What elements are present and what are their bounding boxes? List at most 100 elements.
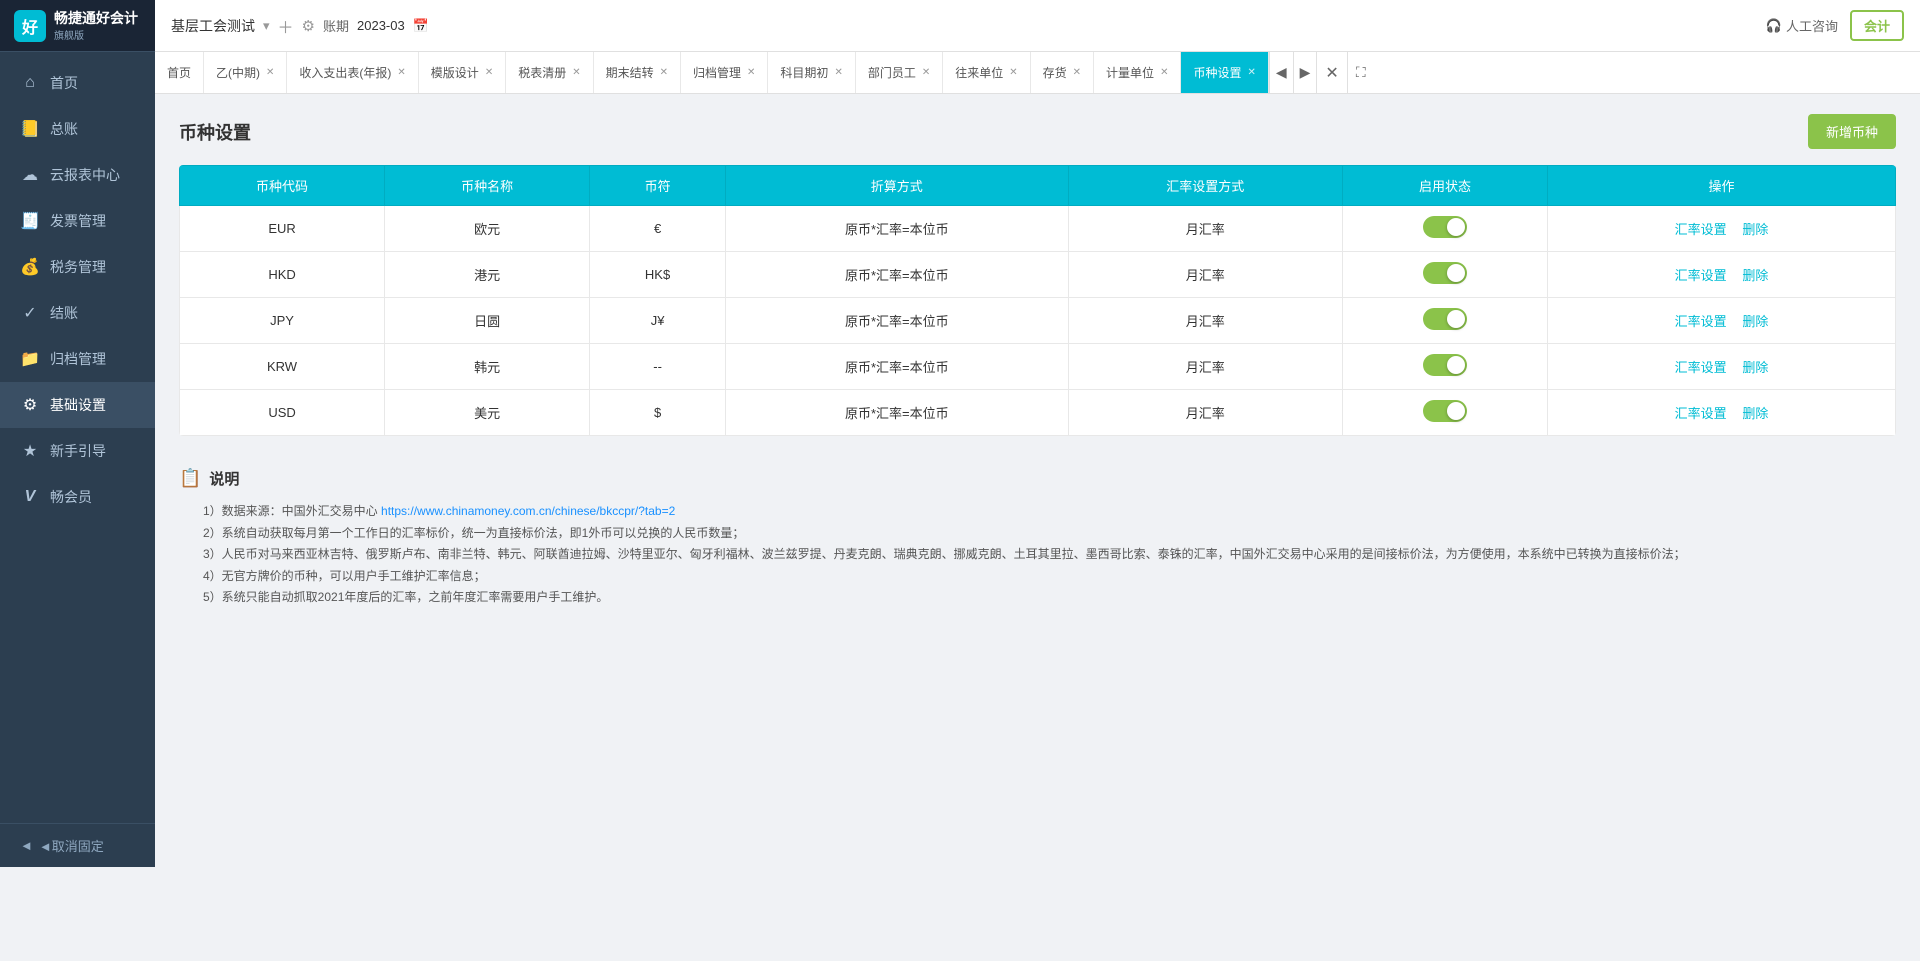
toggle-switch[interactable] [1423, 262, 1467, 284]
col-symbol: 币符 [590, 166, 726, 206]
sidebar-pin-toggle[interactable]: ◄ ◄取消固定 [0, 823, 155, 867]
account-button[interactable]: 会计 [1850, 10, 1904, 41]
tab-period-end-close[interactable]: ✕ [660, 67, 668, 78]
cell-calc: 原币*汇率=本位币 [726, 344, 1069, 390]
cell-action: 汇率设置 删除 [1548, 390, 1896, 436]
tab-contacts-close[interactable]: ✕ [1009, 67, 1017, 78]
rate-setting-link[interactable]: 汇率设置 [1675, 222, 1727, 237]
member-icon: V [20, 488, 40, 506]
tab-tax[interactable]: 税表清册 ✕ [506, 52, 593, 93]
tab-archive-close[interactable]: ✕ [747, 67, 755, 78]
toggle-switch[interactable] [1423, 216, 1467, 238]
tab-close-all[interactable]: ✕ [1316, 52, 1346, 93]
toggle-switch[interactable] [1423, 354, 1467, 376]
delete-link[interactable]: 删除 [1742, 222, 1768, 237]
cell-code: KRW [180, 344, 385, 390]
tab-home-label: 首页 [167, 64, 191, 81]
cell-action: 汇率设置 删除 [1548, 206, 1896, 252]
tax-icon: 💰 [20, 257, 40, 277]
sidebar-label-checkout: 结账 [50, 303, 78, 323]
tab-contacts[interactable]: 往来单位 ✕ [943, 52, 1030, 93]
tab-period[interactable]: 乙(中期) ✕ [204, 52, 287, 93]
delete-link[interactable]: 删除 [1742, 360, 1768, 375]
notes-icon: 📋 [179, 468, 201, 489]
cell-symbol: -- [590, 344, 726, 390]
rate-setting-link[interactable]: 汇率设置 [1675, 406, 1727, 421]
sidebar-item-tax[interactable]: 💰 税务管理 [0, 244, 155, 290]
table-row: EUR 欧元 € 原币*汇率=本位币 月汇率 汇率设置 删除 [180, 206, 1896, 252]
rate-setting-link[interactable]: 汇率设置 [1675, 268, 1727, 283]
tab-period-close[interactable]: ✕ [266, 67, 274, 78]
dropdown-icon[interactable]: ▾ [263, 18, 270, 34]
cell-name: 日圆 [385, 298, 590, 344]
tab-contacts-label: 往来单位 [955, 64, 1003, 81]
tab-currency-close[interactable]: ✕ [1247, 67, 1255, 78]
add-project-icon[interactable]: ＋ [278, 14, 294, 38]
tab-currency[interactable]: 币种设置 ✕ [1181, 52, 1268, 93]
tab-nav-prev[interactable]: ◀ [1269, 52, 1293, 93]
delete-link[interactable]: 删除 [1742, 314, 1768, 329]
tab-expand[interactable]: ⛶ [1347, 52, 1374, 93]
notes-item: 5）系统只能自动抓取2021年度后的汇率，之前年度汇率需要用户手工维护。 [179, 587, 1896, 609]
sidebar-item-home[interactable]: ⌂ 首页 [0, 60, 155, 106]
tab-template-close[interactable]: ✕ [485, 67, 493, 78]
sidebar-item-checkout[interactable]: ✓ 结账 [0, 290, 155, 336]
header-right: 🎧 人工咨询 会计 [1766, 10, 1904, 41]
tab-period-label: 乙(中期) [216, 64, 260, 81]
cell-calc: 原币*汇率=本位币 [726, 206, 1069, 252]
sidebar-item-reports[interactable]: ☁ 云报表中心 [0, 152, 155, 198]
pin-icon: ◄ [20, 838, 33, 853]
page-header: 币种设置 新增币种 [179, 114, 1896, 149]
tab-period-end[interactable]: 期末结转 ✕ [594, 52, 681, 93]
delete-link[interactable]: 删除 [1742, 268, 1768, 283]
tab-subjects[interactable]: 科目期初 ✕ [768, 52, 855, 93]
tab-subjects-close[interactable]: ✕ [834, 67, 842, 78]
tab-archive-label: 归档管理 [693, 64, 741, 81]
sidebar-nav: ⌂ 首页 📒 总账 ☁ 云报表中心 🧾 发票管理 💰 税务管理 ✓ 结账 📁 归… [0, 52, 155, 520]
cell-action: 汇率设置 删除 [1548, 344, 1896, 390]
main-content: 币种设置 新增币种 币种代码 币种名称 币符 折算方式 汇率设置方式 启用状态 … [155, 94, 1920, 867]
period-value: 2023-03 [357, 18, 405, 33]
tab-nav-next[interactable]: ▶ [1293, 52, 1317, 93]
sidebar-item-ledger[interactable]: 📒 总账 [0, 106, 155, 152]
period-label: 账期 [323, 16, 349, 35]
sidebar-item-guide[interactable]: ★ 新手引导 [0, 428, 155, 474]
tab-inventory-close[interactable]: ✕ [1073, 67, 1081, 78]
settings-gear-icon[interactable]: ⚙ [302, 17, 315, 35]
toggle-switch[interactable] [1423, 308, 1467, 330]
sidebar-label-member: 畅会员 [50, 487, 92, 507]
cell-code: HKD [180, 252, 385, 298]
delete-link[interactable]: 删除 [1742, 406, 1768, 421]
cell-status [1342, 390, 1547, 436]
sidebar-item-settings[interactable]: ⚙ 基础设置 [0, 382, 155, 428]
tab-income[interactable]: 收入支出表(年报) ✕ [287, 52, 418, 93]
top-header: 基层工会测试 ▾ ＋ ⚙ 账期 2023-03 📅 🎧 人工咨询 会计 [155, 0, 1920, 52]
sidebar-item-member[interactable]: V 畅会员 [0, 474, 155, 520]
tab-tax-close[interactable]: ✕ [572, 67, 580, 78]
tab-dept-close[interactable]: ✕ [922, 67, 930, 78]
cell-rate-method: 月汇率 [1068, 390, 1342, 436]
table-row: HKD 港元 HK$ 原币*汇率=本位币 月汇率 汇率设置 删除 [180, 252, 1896, 298]
tab-unit[interactable]: 计量单位 ✕ [1094, 52, 1181, 93]
tab-archive[interactable]: 归档管理 ✕ [681, 52, 768, 93]
tab-unit-label: 计量单位 [1106, 64, 1154, 81]
notes-item: 4）无官方牌价的币种，可以用户手工维护汇率信息； [179, 566, 1896, 588]
notes-link[interactable]: https://www.chinamoney.com.cn/chinese/bk… [381, 504, 675, 518]
tab-subjects-label: 科目期初 [780, 64, 828, 81]
tab-inventory[interactable]: 存货 ✕ [1031, 52, 1094, 93]
new-currency-button[interactable]: 新增币种 [1808, 114, 1896, 149]
sidebar-item-archive[interactable]: 📁 归档管理 [0, 336, 155, 382]
toggle-switch[interactable] [1423, 400, 1467, 422]
rate-setting-link[interactable]: 汇率设置 [1675, 314, 1727, 329]
consultation-button[interactable]: 🎧 人工咨询 [1766, 16, 1838, 35]
tab-dept[interactable]: 部门员工 ✕ [856, 52, 943, 93]
tab-income-close[interactable]: ✕ [397, 67, 405, 78]
sidebar-item-invoice[interactable]: 🧾 发票管理 [0, 198, 155, 244]
tab-dept-label: 部门员工 [868, 64, 916, 81]
calendar-icon[interactable]: 📅 [413, 18, 429, 34]
rate-setting-link[interactable]: 汇率设置 [1675, 360, 1727, 375]
tab-unit-close[interactable]: ✕ [1160, 67, 1168, 78]
tab-template[interactable]: 模版设计 ✕ [419, 52, 506, 93]
tab-bar: 首页 乙(中期) ✕ 收入支出表(年报) ✕ 模版设计 ✕ 税表清册 ✕ 期末结… [155, 52, 1920, 94]
tab-home[interactable]: 首页 [155, 52, 204, 93]
